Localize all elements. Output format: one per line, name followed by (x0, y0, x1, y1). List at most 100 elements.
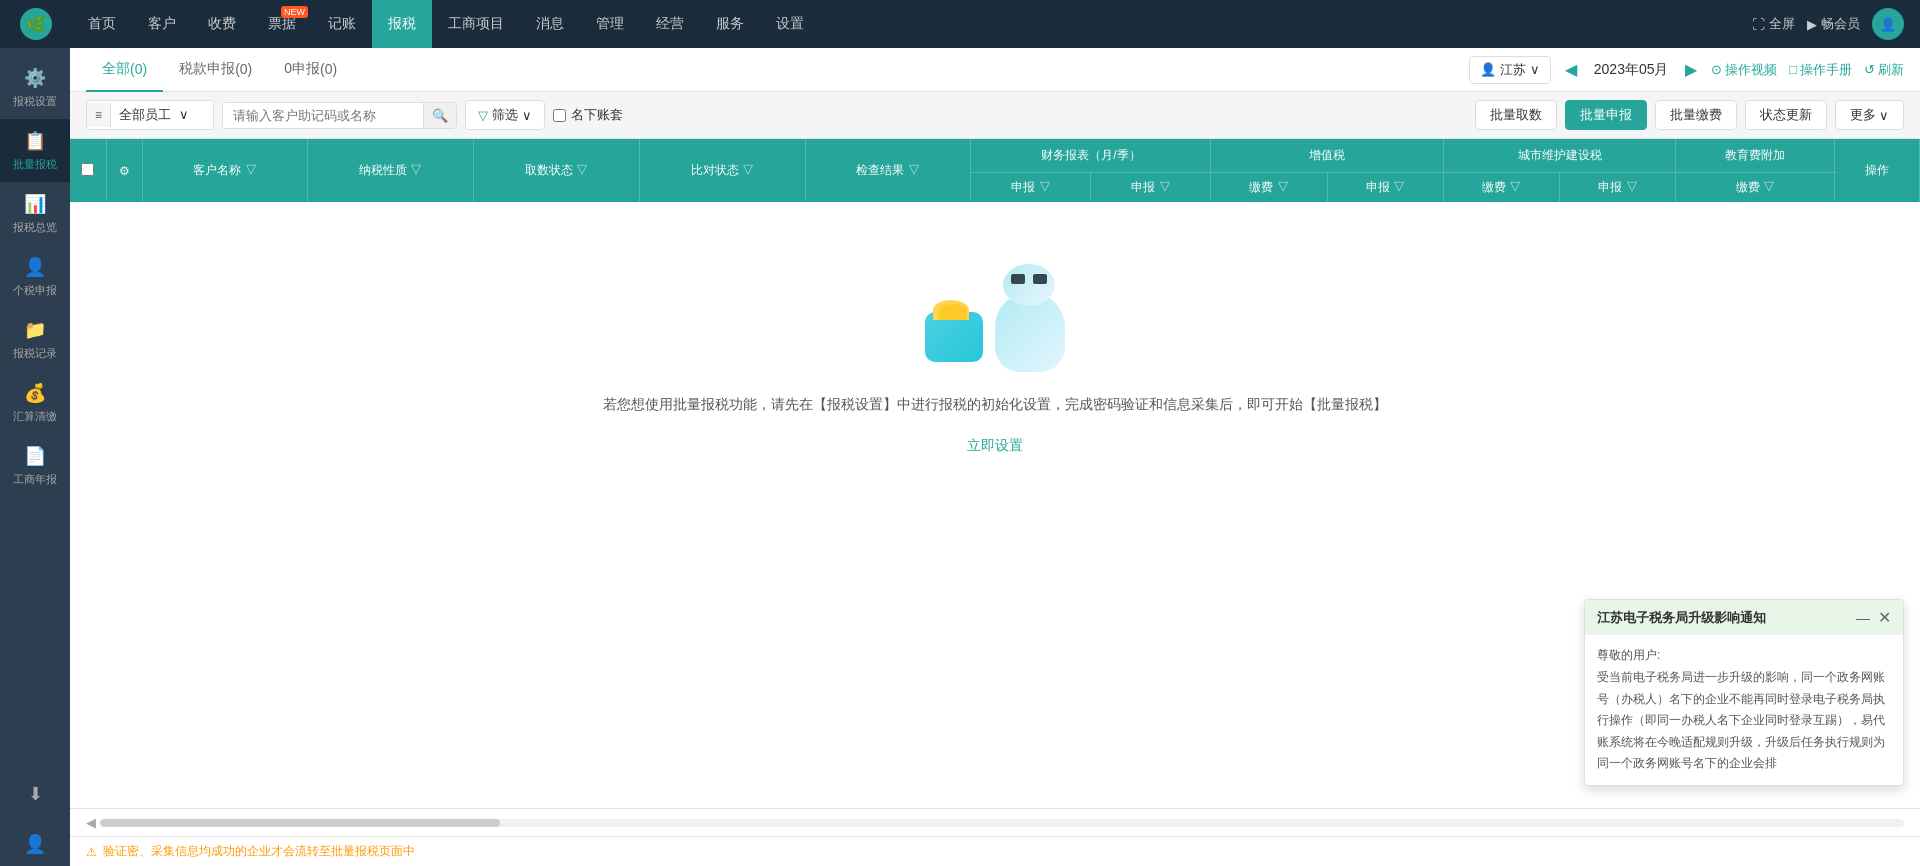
logo-icon: 🌿 (20, 8, 52, 40)
vat-pay-th: 缴费 ▽ (1211, 173, 1327, 203)
nav-operation[interactable]: 经营 (640, 0, 700, 48)
select-all-checkbox[interactable] (81, 163, 94, 176)
tab-zero-declare[interactable]: 0申报(0) (268, 48, 353, 92)
minimize-icon[interactable]: — (1856, 610, 1870, 626)
robot-eye-right (1033, 274, 1047, 284)
new-badge: NEW (281, 6, 308, 18)
search-input[interactable] (223, 103, 423, 128)
member-button[interactable]: ▶ 畅会员 (1807, 15, 1860, 33)
nav-home[interactable]: 首页 (72, 0, 132, 48)
dropdown-arrow-icon: ∨ (179, 107, 189, 122)
chevron-filter-icon: ∨ (522, 108, 532, 123)
video-icon: ⊙ (1711, 62, 1722, 77)
nav-settings[interactable]: 设置 (760, 0, 820, 48)
filter-city-p-icon[interactable]: ▽ (1509, 180, 1521, 194)
person-icon: 👤 (1480, 62, 1496, 77)
sidebar-item-batch-tax[interactable]: 📋 批量报税 (0, 119, 70, 182)
more-button[interactable]: 更多 ∨ (1835, 100, 1904, 130)
fullscreen-icon: ⛶ (1752, 17, 1765, 32)
status-update-button[interactable]: 状态更新 (1745, 100, 1827, 130)
robot-eye-left (1011, 274, 1025, 284)
nav-tax[interactable]: 报税 (372, 0, 432, 48)
province-select[interactable]: 👤 江苏 ∨ (1469, 56, 1551, 84)
horizontal-scrollbar[interactable] (100, 819, 1904, 827)
customer-name-th: 客户名称 ▽ (142, 139, 308, 202)
employee-dropdown[interactable]: 全部员工 ∨ (111, 101, 213, 129)
tax-settings-icon: ⚙️ (23, 66, 47, 90)
toolbar-right: 批量取数 批量申报 批量缴费 状态更新 更多 ∨ (1475, 100, 1904, 130)
manual-button[interactable]: □ 操作手册 (1789, 61, 1852, 79)
close-notification-icon[interactable]: ✕ (1878, 608, 1891, 627)
sidebar-item-personal-tax[interactable]: 👤 个税申报 (0, 245, 70, 308)
nav-service[interactable]: 服务 (700, 0, 760, 48)
toolbar: ≡ 全部员工 ∨ 🔍 ▽ 筛选 ∨ 名下账套 (70, 92, 1920, 139)
nav-ticket[interactable]: 票据 NEW (252, 0, 312, 48)
gear-th: ⚙ (106, 139, 142, 202)
filter-button[interactable]: ▽ 筛选 ∨ (465, 100, 545, 130)
filter-nature-icon[interactable]: ▽ (410, 163, 422, 177)
filter-fin-icon[interactable]: ▽ (1039, 180, 1051, 194)
warning-icon: ⚠ (86, 845, 97, 859)
personal-tax-icon: 👤 (23, 255, 47, 279)
refresh-icon: ↺ (1864, 62, 1875, 77)
list-icon: ≡ (95, 108, 102, 122)
nav-customer[interactable]: 客户 (132, 0, 192, 48)
sidebar-item-tax-settings[interactable]: ⚙️ 报税设置 (0, 56, 70, 119)
settlement-icon: 💰 (23, 381, 47, 405)
sidebar-item-settlement[interactable]: 💰 汇算清缴 (0, 371, 70, 434)
financial-declare-th: 申报 ▽ (971, 173, 1091, 203)
empty-row: 若您想使用批量报税功能，请先在【报税设置】中进行报税的初始化设置，完成密码验证和… (70, 202, 1920, 495)
sidebar-item-download[interactable]: ⬇ (0, 772, 70, 822)
sidebar-item-annual-report[interactable]: 📄 工商年报 (0, 434, 70, 497)
filter-check-icon[interactable]: ▽ (908, 163, 920, 177)
batch-pay-button[interactable]: 批量缴费 (1655, 100, 1737, 130)
nav-business[interactable]: 工商项目 (432, 0, 520, 48)
fullscreen-button[interactable]: ⛶ 全屏 (1752, 15, 1795, 33)
tax-overview-icon: 📊 (23, 192, 47, 216)
nav-accounting[interactable]: 记账 (312, 0, 372, 48)
filter-vat-p-icon[interactable]: ▽ (1277, 180, 1289, 194)
filter-icon: ▽ (478, 108, 488, 123)
video-button[interactable]: ⊙ 操作视频 (1711, 61, 1777, 79)
gear-icon[interactable]: ⚙ (119, 164, 130, 178)
more-arrow-icon: ∨ (1879, 108, 1889, 123)
vat-th: 增值税 (1211, 139, 1444, 173)
next-month-button[interactable]: ▶ (1679, 58, 1703, 82)
user-avatar[interactable]: 👤 (1872, 8, 1904, 40)
scrollbar-thumb (100, 819, 500, 827)
warning-bar: ⚠ 验证密、采集信息均成功的企业才会流转至批量报税页面中 (70, 836, 1920, 866)
sub-account-checkbox[interactable]: 名下账套 (553, 106, 623, 124)
tab-all[interactable]: 全部(0) (86, 48, 163, 92)
sub-account-check[interactable] (553, 109, 566, 122)
batch-declare-button[interactable]: 批量申报 (1565, 100, 1647, 130)
empty-message: 若您想使用批量报税功能，请先在【报税设置】中进行报税的初始化设置，完成密码验证和… (603, 392, 1387, 417)
prev-month-button[interactable]: ◀ (1559, 58, 1583, 82)
filter-edu-d-icon[interactable]: ▽ (1626, 180, 1638, 194)
tab-tax-declare[interactable]: 税款申报(0) (163, 48, 268, 92)
employee-select[interactable]: ≡ 全部员工 ∨ (86, 100, 214, 130)
coins-shape2 (939, 304, 967, 320)
city-pay-th: 缴费 ▽ (1443, 173, 1559, 203)
filter-fetch-icon[interactable]: ▽ (576, 163, 588, 177)
refresh-button[interactable]: ↺ 刷新 (1864, 61, 1904, 79)
edu-declare-th: 申报 ▽ (1560, 173, 1676, 203)
setup-link[interactable]: 立即设置 (967, 437, 1023, 455)
sidebar-item-user[interactable]: 👤 (0, 822, 70, 866)
search-button[interactable]: 🔍 (423, 103, 456, 128)
tab-bar: 全部(0) 税款申报(0) 0申报(0) 👤 江苏 ∨ ◀ 2023年05月 ▶ (70, 48, 1920, 92)
scroll-left-arrow[interactable]: ◀ (86, 815, 96, 830)
filter-compare-icon[interactable]: ▽ (742, 163, 754, 177)
sidebar-item-tax-records[interactable]: 📁 报税记录 (0, 308, 70, 371)
nav-message[interactable]: 消息 (520, 0, 580, 48)
filter-vat-d-icon[interactable]: ▽ (1159, 180, 1171, 194)
batch-fetch-button[interactable]: 批量取数 (1475, 100, 1557, 130)
filter-edu-p-icon[interactable]: ▽ (1763, 180, 1775, 194)
bottom-scrollbar-bar: ◀ (70, 808, 1920, 836)
nav-fee[interactable]: 收费 (192, 0, 252, 48)
filter-customer-icon[interactable]: ▽ (245, 163, 257, 177)
filter-city-d-icon[interactable]: ▽ (1393, 180, 1405, 194)
financial-report-th: 财务报表（月/季） (971, 139, 1211, 173)
check-result-th: 检查结果 ▽ (805, 139, 971, 202)
nav-manage[interactable]: 管理 (580, 0, 640, 48)
sidebar-item-tax-overview[interactable]: 📊 报税总览 (0, 182, 70, 245)
